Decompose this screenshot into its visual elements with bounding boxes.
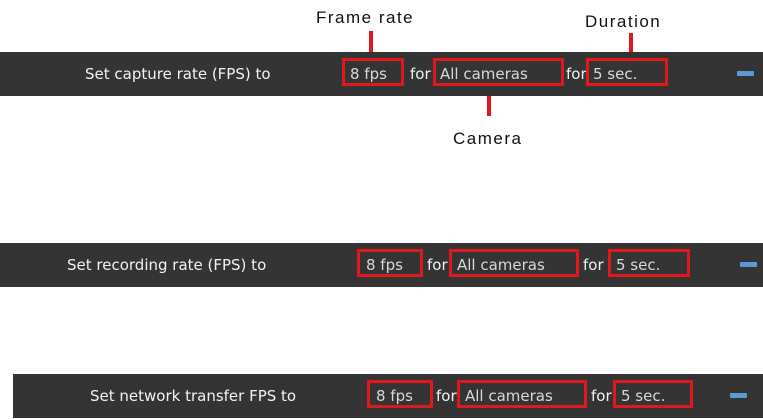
action-row-capture-rate: Set capture rate (FPS) to 8 fps for All … bbox=[0, 52, 763, 96]
frame-rate-callout-label: Frame rate bbox=[316, 8, 415, 27]
action-row-network-transfer: Set network transfer FPS to 8 fps for Al… bbox=[13, 374, 763, 418]
duration-value-link[interactable]: 5 sec. bbox=[593, 52, 638, 96]
action-row-recording-rate: Set recording rate (FPS) to 8 fps for Al… bbox=[0, 243, 763, 287]
minus-icon[interactable] bbox=[740, 262, 757, 267]
fps-value-link[interactable]: 8 fps bbox=[376, 374, 413, 418]
camera-value-link[interactable]: All cameras bbox=[440, 52, 528, 96]
camera-value-link[interactable]: All cameras bbox=[457, 243, 545, 287]
for-label: for bbox=[427, 256, 448, 274]
action-label: Set recording rate (FPS) to bbox=[67, 256, 267, 274]
camera-callout-label: Camera bbox=[453, 129, 523, 148]
for-label: for bbox=[583, 256, 604, 274]
for-label: for bbox=[566, 65, 587, 83]
camera-value-link[interactable]: All cameras bbox=[465, 374, 553, 418]
duration-callout-line bbox=[629, 33, 633, 52]
minus-icon[interactable] bbox=[730, 393, 747, 398]
for-label: for bbox=[436, 387, 457, 405]
duration-value-link[interactable]: 5 sec. bbox=[616, 243, 661, 287]
action-label: Set network transfer FPS to bbox=[90, 387, 297, 405]
frame-rate-callout-line bbox=[369, 31, 373, 52]
duration-callout-label: Duration bbox=[585, 12, 662, 31]
fps-value-link[interactable]: 8 fps bbox=[366, 243, 403, 287]
minus-icon[interactable] bbox=[737, 71, 754, 76]
for-label: for bbox=[591, 387, 612, 405]
fps-value-link[interactable]: 8 fps bbox=[350, 52, 387, 96]
duration-value-link[interactable]: 5 sec. bbox=[621, 374, 666, 418]
for-label: for bbox=[410, 65, 431, 83]
action-label: Set capture rate (FPS) to bbox=[85, 65, 271, 83]
camera-callout-line bbox=[487, 96, 491, 116]
